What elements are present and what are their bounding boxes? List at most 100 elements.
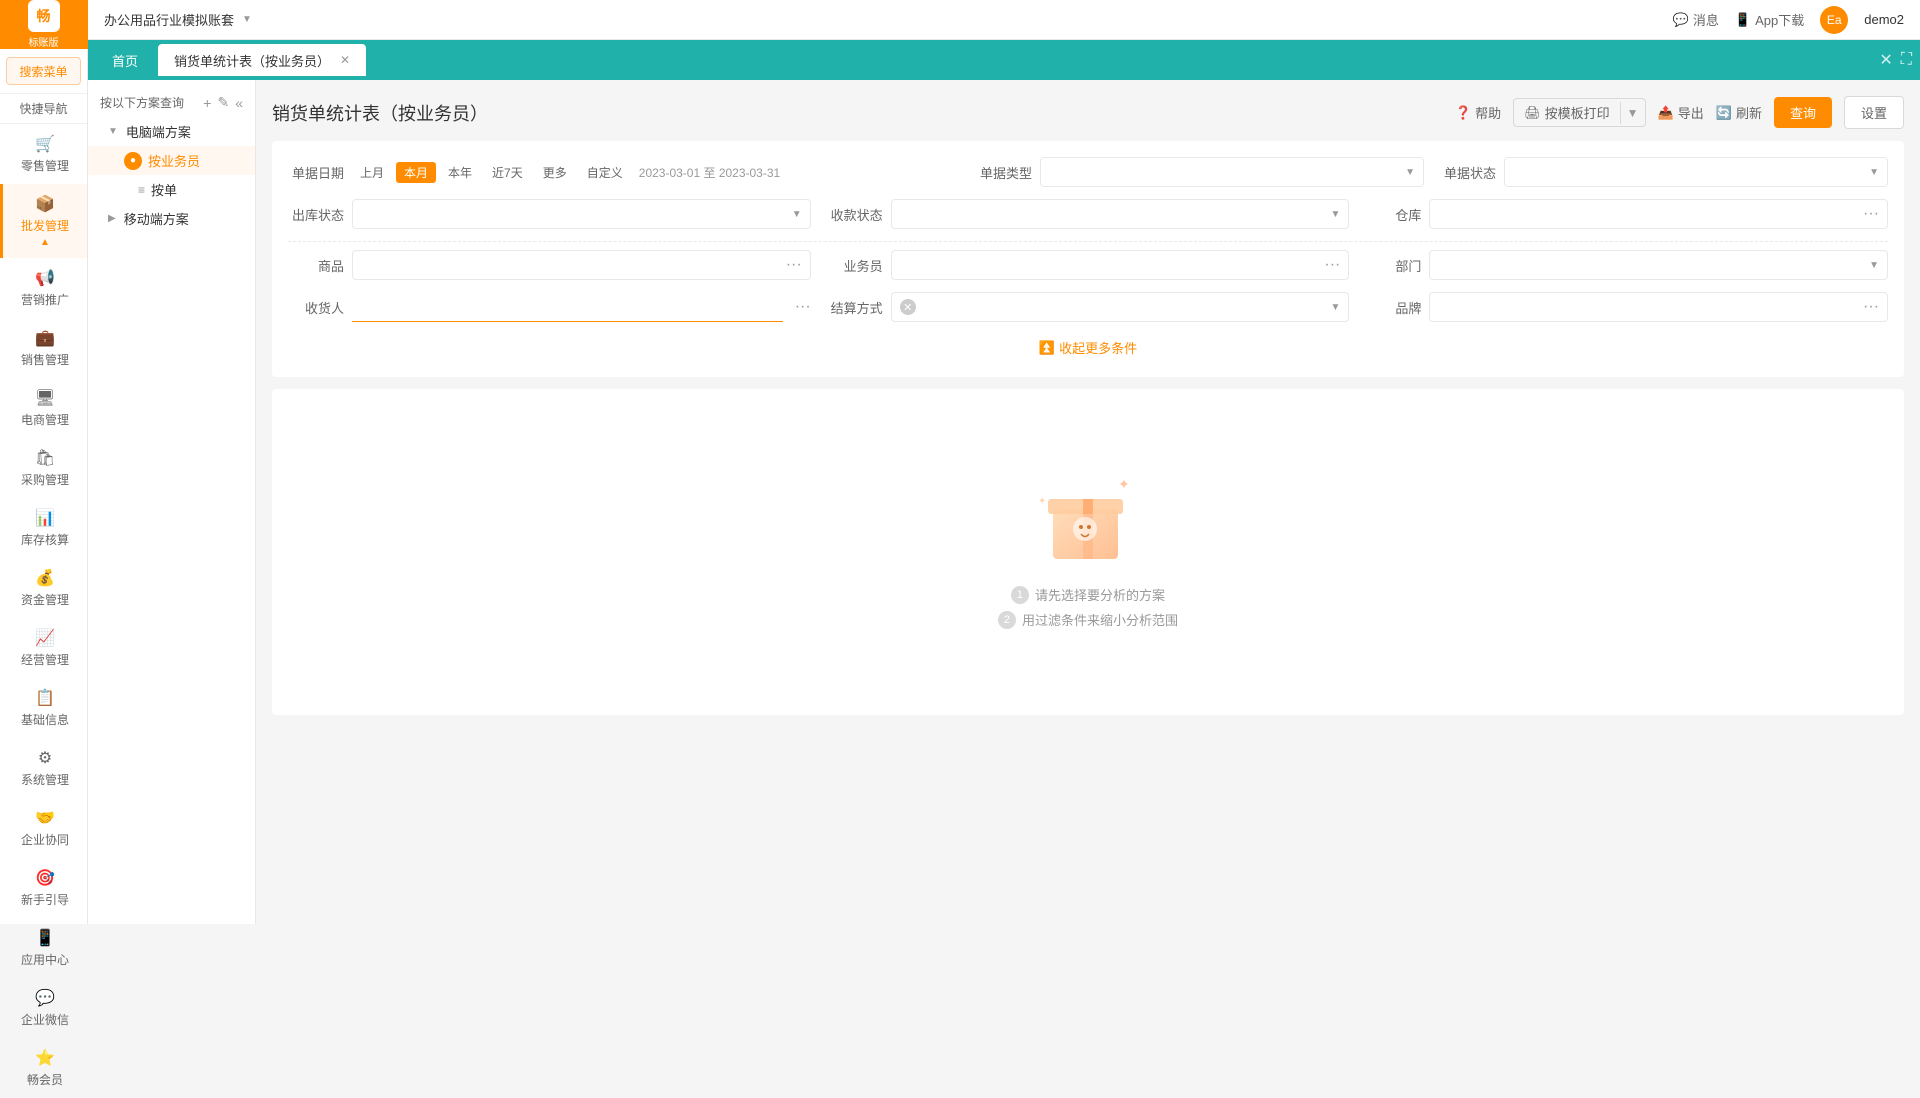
sidebar-item-appstore[interactable]: 📱 应用中心 — [0, 918, 87, 978]
search-menu-button[interactable]: 搜索菜单 — [6, 57, 81, 85]
date-tab-7days[interactable]: 近7天 — [484, 162, 531, 183]
date-tab-lastmonth[interactable]: 上月 — [352, 162, 392, 183]
sidebar-item-newbie[interactable]: 🎯 新手引导 — [0, 858, 87, 918]
docstatus-select[interactable]: ▼ — [1504, 157, 1888, 187]
outstatus-arrow-icon: ▼ — [792, 209, 802, 220]
hint-num-2: 2 — [998, 611, 1016, 629]
collapse-panel-button[interactable]: « — [235, 95, 243, 111]
brand-input-box: ··· — [1429, 292, 1888, 322]
logo-subtitle: 标账版 — [29, 34, 59, 49]
consignee-input[interactable] — [352, 292, 783, 322]
filter-item-docstatus: 单据状态 ▼ — [1440, 157, 1888, 187]
user-avatar[interactable]: Ea — [1820, 6, 1848, 34]
wechat-icon: 💬 — [35, 988, 55, 1008]
recvstatus-label: 收款状态 — [827, 205, 883, 224]
goods-label: 商品 — [288, 256, 344, 275]
sidebar-item-retail[interactable]: 🛒 零售管理 — [0, 124, 87, 184]
tab-close-report[interactable]: ✕ — [340, 53, 350, 67]
payment-clear-icon[interactable]: ✕ — [900, 299, 916, 315]
help-button[interactable]: ❓ 帮助 — [1455, 103, 1501, 122]
print-main[interactable]: 🖨 按模板打印 — [1514, 99, 1620, 126]
consignee-dots-button[interactable]: ··· — [795, 298, 811, 316]
basic-icon: 📋 — [35, 688, 55, 708]
download-icon: 📱 — [1735, 12, 1751, 28]
date-tabs-group: 上月 本月 本年 近7天 更多 自定义 2023-03-01 至 2023-03… — [352, 162, 960, 183]
purchase-icon: 🛍 — [35, 448, 55, 468]
tree-sub-item-salesperson[interactable]: ● 按业务员 — [88, 146, 255, 175]
user-name[interactable]: demo2 — [1864, 12, 1904, 27]
app-download-button[interactable]: 📱 App下载 — [1735, 10, 1804, 29]
export-button[interactable]: 📤 导出 — [1658, 103, 1704, 122]
tab-maximize-icon[interactable]: ⛶ — [1901, 51, 1912, 69]
settings-button[interactable]: 设置 — [1844, 96, 1904, 129]
salesperson-dots-button[interactable]: ··· — [1324, 256, 1340, 274]
print-icon: 🖨 — [1524, 105, 1541, 121]
sidebar-item-system[interactable]: ⚙ 系统管理 — [0, 738, 87, 798]
recvstatus-arrow-icon: ▼ — [1330, 209, 1340, 220]
date-tab-thisyear[interactable]: 本年 — [440, 162, 480, 183]
doctype-select[interactable]: ▼ — [1040, 157, 1424, 187]
brand-label: 品牌 — [1365, 298, 1421, 317]
warehouse-dots-button[interactable]: ··· — [1863, 205, 1879, 223]
sidebar-item-basic[interactable]: 📋 基础信息 — [0, 678, 87, 738]
date-tab-thismonth[interactable]: 本月 — [396, 162, 436, 183]
tab-report[interactable]: 销货单统计表（按业务员） ✕ — [158, 44, 366, 76]
date-tab-custom[interactable]: 自定义 — [579, 162, 631, 183]
message-button[interactable]: 💬 消息 — [1673, 10, 1719, 29]
svg-text:✦: ✦ — [1118, 476, 1130, 492]
sales-icon: 💼 — [35, 328, 55, 348]
header-left: 办公用品行业模拟账套 ▼ — [104, 10, 252, 29]
logo-symbol: 畅 — [37, 6, 51, 26]
tree-label-mobile: 移动端方案 — [124, 209, 189, 228]
filter-item-date: 单据日期 上月 本月 本年 近7天 更多 自定义 2023-03-01 至 20… — [288, 162, 960, 183]
main-area: 办公用品行业模拟账套 ▼ 💬 消息 📱 App下载 Ea demo2 首页 销货… — [88, 0, 1920, 924]
filter-item-doctype: 单据类型 ▼ — [976, 157, 1424, 187]
svg-text:✦: ✦ — [1038, 496, 1046, 507]
tree-item-pc[interactable]: ▼ 电脑端方案 — [88, 117, 255, 146]
sidebar-item-purchase[interactable]: 🛍 采购管理 — [0, 438, 87, 498]
sidebar-item-sales[interactable]: 💼 销售管理 — [0, 318, 87, 378]
app-title-dropdown-icon[interactable]: ▼ — [242, 14, 252, 25]
sidebar-item-wholesale[interactable]: 📦 批发管理 ▲ — [0, 184, 87, 258]
tab-bar: 首页 销货单统计表（按业务员） ✕ ✕ ⛶ — [88, 40, 1920, 80]
tree-sub-item-order[interactable]: ≡ 按单 — [88, 175, 255, 204]
recvstatus-select[interactable]: ▼ — [891, 199, 1350, 229]
sidebar-item-member[interactable]: ⭐ 畅会员 — [0, 1038, 87, 1098]
sidebar-logo[interactable]: 畅 标账版 — [0, 0, 88, 49]
tab-close-all-icon[interactable]: ✕ — [1879, 50, 1892, 70]
system-icon: ⚙ — [38, 748, 52, 768]
brand-dots-button[interactable]: ··· — [1863, 298, 1879, 316]
filter-row-3: 商品 ··· 业务员 ··· 部门 — [288, 250, 1888, 280]
sidebar-item-inventory[interactable]: 📊 库存核算 — [0, 498, 87, 558]
collapse-button[interactable]: ⏫ 收起更多条件 — [1027, 334, 1149, 361]
payment-select[interactable]: ✕ ▼ — [891, 292, 1350, 322]
sidebar-item-operation[interactable]: 📈 经营管理 — [0, 618, 87, 678]
edit-scheme-button[interactable]: ✎ — [217, 94, 229, 111]
department-select[interactable]: ▼ — [1429, 250, 1888, 280]
sidebar-item-ecommerce[interactable]: 🖥 电商管理 — [0, 378, 87, 438]
scheme-salesperson-icon: ● — [124, 152, 142, 170]
empty-hint-2: 2 用过滤条件来缩小分析范围 — [998, 610, 1178, 629]
date-tab-more[interactable]: 更多 — [535, 162, 575, 183]
salesperson-input-box: ··· — [891, 250, 1350, 280]
tab-home[interactable]: 首页 — [96, 44, 154, 76]
print-dropdown-arrow[interactable]: ▼ — [1620, 102, 1645, 124]
sidebar-search-section: 搜索菜单 — [0, 49, 87, 94]
order-icon: ≡ — [138, 183, 145, 197]
filter-item-salesperson: 业务员 ··· — [827, 250, 1350, 280]
sidebar-item-marketing[interactable]: 📢 营销推广 — [0, 258, 87, 318]
docstatus-label: 单据状态 — [1440, 163, 1496, 182]
query-button[interactable]: 查询 — [1774, 97, 1832, 128]
outstatus-select[interactable]: ▼ — [352, 199, 811, 229]
tree-item-mobile[interactable]: ▶ 移动端方案 — [88, 204, 255, 233]
sidebar-item-finance[interactable]: 💰 资金管理 — [0, 558, 87, 618]
sidebar-item-wechat[interactable]: 💬 企业微信 — [0, 978, 87, 1038]
filter-item-payment: 结算方式 ✕ ▼ — [827, 292, 1350, 322]
date-label: 单据日期 — [288, 163, 344, 182]
quick-nav-button[interactable]: 快捷导航 — [0, 94, 87, 124]
sidebar-item-enterprise[interactable]: 🤝 企业协同 — [0, 798, 87, 858]
add-scheme-button[interactable]: + — [203, 95, 211, 111]
refresh-button[interactable]: 🔄 刷新 — [1716, 103, 1762, 122]
goods-dots-button[interactable]: ··· — [786, 256, 802, 274]
left-panel-title: 按以下方案查询 — [100, 94, 184, 111]
